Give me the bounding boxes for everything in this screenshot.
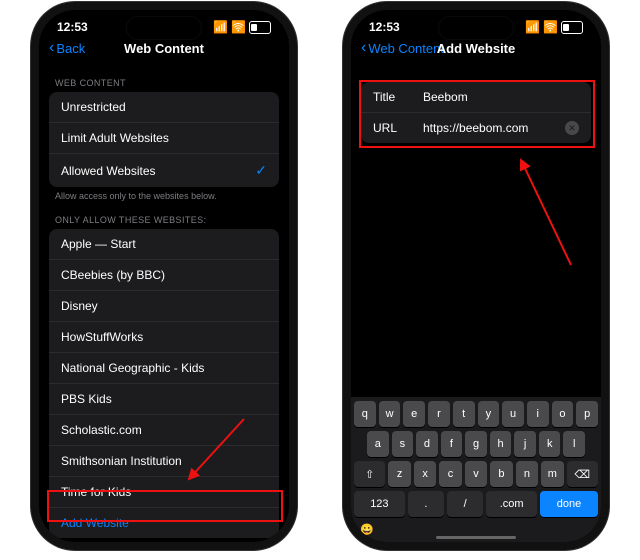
wifi-icon: 🛜 xyxy=(231,20,246,34)
key-done[interactable]: done xyxy=(540,491,598,517)
url-input[interactable]: https://beebom.com xyxy=(423,121,555,135)
phone-web-content: 12:53 📶 🛜 ‹ Back Web Content WEB CONTENT… xyxy=(39,10,289,542)
key-q[interactable]: q xyxy=(354,401,376,427)
list-item[interactable]: PBS Kids xyxy=(49,383,279,414)
key-p[interactable]: p xyxy=(576,401,598,427)
url-label: URL xyxy=(373,121,413,135)
phone-add-website: 12:53 📶 🛜 ‹ Web Content Add Website Titl… xyxy=(351,10,601,542)
key-x[interactable]: x xyxy=(414,461,436,487)
title-input[interactable]: Beebom xyxy=(423,90,579,104)
key-.[interactable]: . xyxy=(408,491,444,517)
title-field-row[interactable]: Title Beebom xyxy=(361,82,591,112)
list-item[interactable]: Time for Kids xyxy=(49,476,279,507)
back-button[interactable]: ‹ Back xyxy=(49,40,85,56)
section-header-web-content: WEB CONTENT xyxy=(39,70,289,92)
list-item[interactable]: HowStuffWorks xyxy=(49,321,279,352)
filter-group: Unrestricted Limit Adult Websites Allowe… xyxy=(49,92,279,187)
key-a[interactable]: a xyxy=(367,431,389,457)
key-b[interactable]: b xyxy=(490,461,512,487)
clear-icon[interactable]: ✕ xyxy=(565,121,579,135)
url-field-row[interactable]: URL https://beebom.com ✕ xyxy=(361,112,591,143)
sites-group: Apple — StartCBeebies (by BBC)DisneyHowS… xyxy=(49,229,279,538)
title-label: Title xyxy=(373,90,413,104)
chevron-left-icon: ‹ xyxy=(49,40,54,56)
battery-icon xyxy=(249,21,271,34)
option-label: Unrestricted xyxy=(61,100,126,114)
key-r[interactable]: r xyxy=(428,401,450,427)
key-s[interactable]: s xyxy=(392,431,414,457)
back-label: Web Content xyxy=(368,41,444,56)
status-time: 12:53 xyxy=(369,20,400,34)
key-.com[interactable]: .com xyxy=(486,491,537,517)
list-item[interactable]: Scholastic.com xyxy=(49,414,279,445)
key-u[interactable]: u xyxy=(502,401,524,427)
option-label: Allowed Websites xyxy=(61,164,156,178)
nav-bar: ‹ Web Content Add Website xyxy=(351,36,601,64)
key-v[interactable]: v xyxy=(465,461,487,487)
signal-icon: 📶 xyxy=(525,20,540,34)
back-label: Back xyxy=(56,41,85,56)
key-z[interactable]: z xyxy=(388,461,410,487)
list-item[interactable]: Apple — Start xyxy=(49,229,279,259)
key-d[interactable]: d xyxy=(416,431,438,457)
key-n[interactable]: n xyxy=(516,461,538,487)
content-scroll[interactable]: WEB CONTENT Unrestricted Limit Adult Web… xyxy=(39,70,289,542)
key-⇧[interactable]: ⇧ xyxy=(354,461,385,487)
key-w[interactable]: w xyxy=(379,401,401,427)
option-allowed[interactable]: Allowed Websites ✓ xyxy=(49,153,279,187)
key-⌫[interactable]: ⌫ xyxy=(567,461,598,487)
key-t[interactable]: t xyxy=(453,401,475,427)
key-h[interactable]: h xyxy=(490,431,512,457)
checkmark-icon: ✓ xyxy=(255,162,267,179)
fields-group: Title Beebom URL https://beebom.com ✕ xyxy=(361,82,591,143)
section-header-allow: ONLY ALLOW THESE WEBSITES: xyxy=(39,207,289,229)
key-g[interactable]: g xyxy=(465,431,487,457)
filter-footer: Allow access only to the websites below. xyxy=(39,187,289,207)
home-indicator[interactable] xyxy=(436,536,516,539)
notch xyxy=(438,16,514,40)
status-right: 📶 🛜 xyxy=(525,20,583,34)
key-f[interactable]: f xyxy=(441,431,463,457)
emoji-key[interactable]: 😀 xyxy=(360,523,374,536)
option-limit-adult[interactable]: Limit Adult Websites xyxy=(49,122,279,153)
wifi-icon: 🛜 xyxy=(543,20,558,34)
key-m[interactable]: m xyxy=(541,461,563,487)
battery-icon xyxy=(561,21,583,34)
nav-bar: ‹ Back Web Content xyxy=(39,36,289,64)
list-item[interactable]: Disney xyxy=(49,290,279,321)
key-k[interactable]: k xyxy=(539,431,561,457)
status-right: 📶 🛜 xyxy=(213,20,271,34)
key-123[interactable]: 123 xyxy=(354,491,405,517)
key-/[interactable]: / xyxy=(447,491,483,517)
list-item[interactable]: CBeebies (by BBC) xyxy=(49,259,279,290)
add-website-button[interactable]: Add Website xyxy=(49,507,279,538)
list-item[interactable]: National Geographic - Kids xyxy=(49,352,279,383)
option-unrestricted[interactable]: Unrestricted xyxy=(49,92,279,122)
key-i[interactable]: i xyxy=(527,401,549,427)
list-item[interactable]: Smithsonian Institution xyxy=(49,445,279,476)
notch xyxy=(126,16,202,40)
status-time: 12:53 xyxy=(57,20,88,34)
key-o[interactable]: o xyxy=(552,401,574,427)
key-l[interactable]: l xyxy=(563,431,585,457)
signal-icon: 📶 xyxy=(213,20,228,34)
key-y[interactable]: y xyxy=(478,401,500,427)
back-button[interactable]: ‹ Web Content xyxy=(361,40,444,56)
keyboard[interactable]: qwertyuiop asdfghjkl ⇧zxcvbnm⌫ 123./.com… xyxy=(351,397,601,542)
key-j[interactable]: j xyxy=(514,431,536,457)
chevron-left-icon: ‹ xyxy=(361,40,366,56)
key-c[interactable]: c xyxy=(439,461,461,487)
key-e[interactable]: e xyxy=(403,401,425,427)
option-label: Limit Adult Websites xyxy=(61,131,169,145)
